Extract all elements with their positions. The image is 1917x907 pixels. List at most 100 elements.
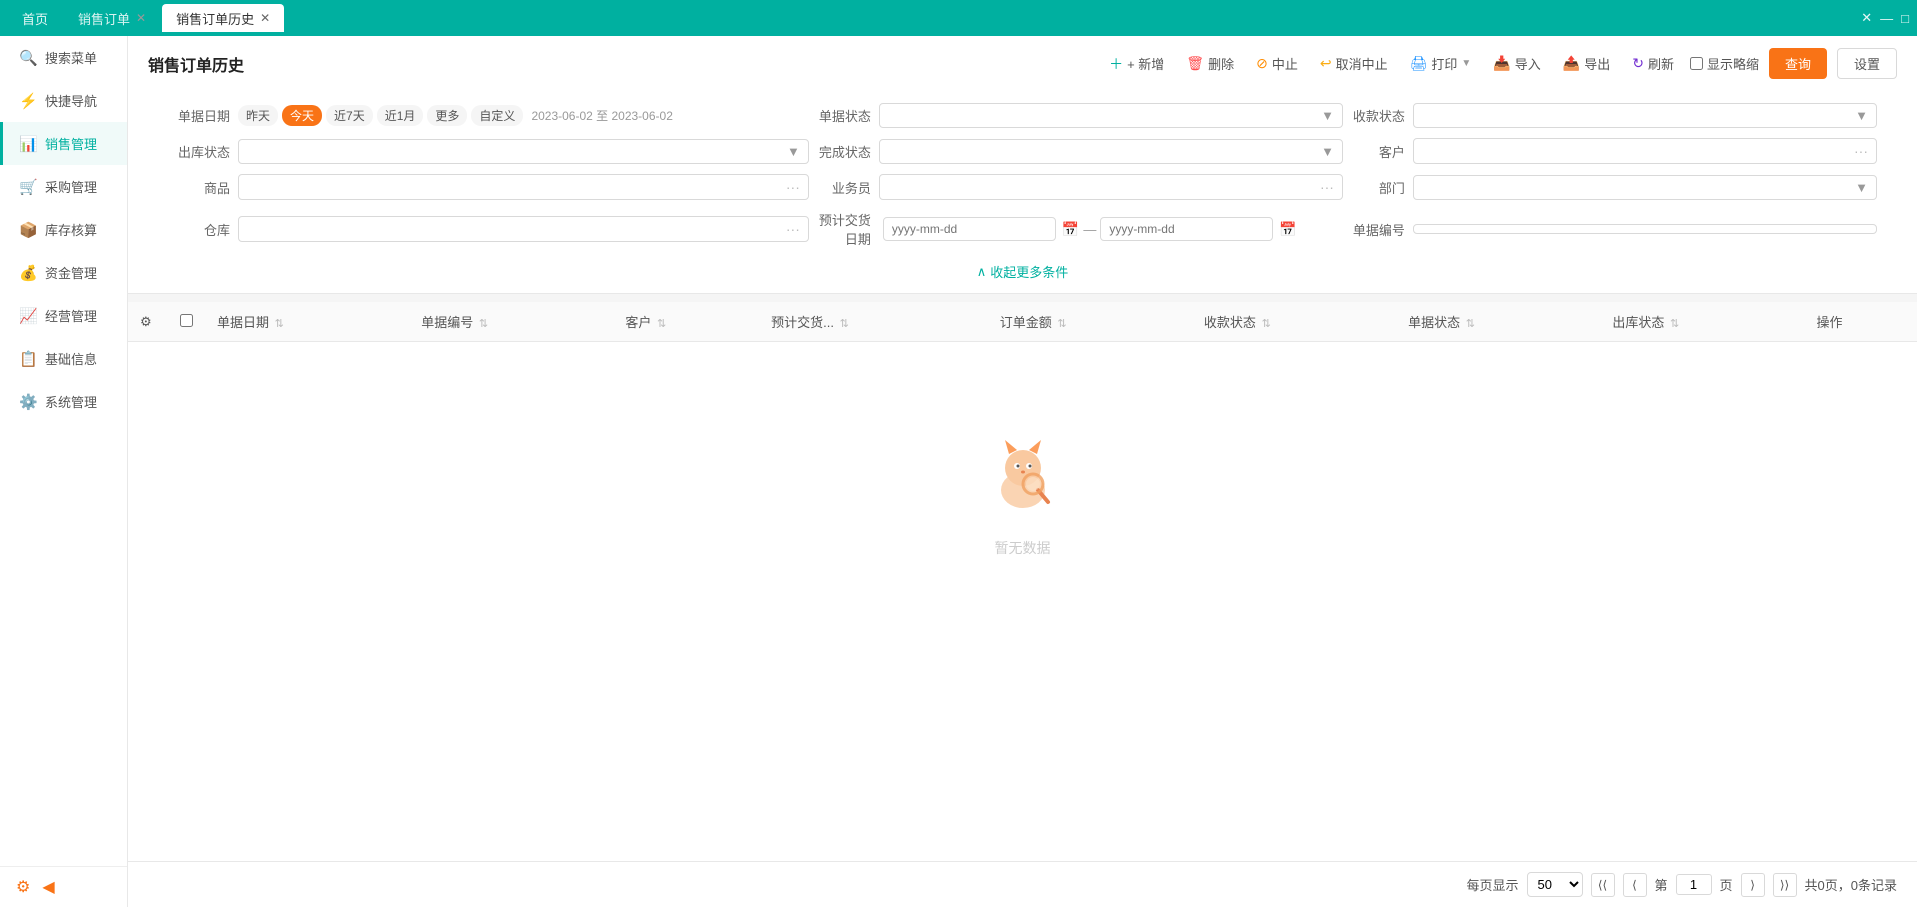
pag-last-btn[interactable]: ⟩⟩ (1773, 873, 1797, 897)
sidebar-item-basic-info[interactable]: 📋 基础信息 (0, 337, 127, 380)
th-customer[interactable]: 客户 ⇅ (613, 302, 759, 342)
th-settings[interactable]: ⚙ (128, 302, 168, 342)
complete-label: 完成状态 (809, 142, 879, 161)
pag-next-btn[interactable]: ⟩ (1741, 873, 1765, 897)
sidebar-item-quick-nav[interactable]: ⚡ 快捷导航 (0, 79, 127, 122)
collapse-row[interactable]: ∧ 收起更多条件 (168, 258, 1877, 289)
page-header: 销售订单历史 ＋ + 新增 🗑 删除 ⊘ 中止 ↩ (128, 36, 1917, 294)
salesperson-dots[interactable]: ··· (1320, 179, 1334, 195)
pag-prev-btn[interactable]: ⟨ (1623, 873, 1647, 897)
delivery-date-end-calendar-icon[interactable]: 📅 (1279, 221, 1296, 238)
status-select[interactable]: ▼ (879, 103, 1343, 128)
refresh-button[interactable]: ↻ 刷新 (1626, 50, 1680, 77)
stop-label: 中止 (1272, 54, 1298, 73)
tab-sales-order-history-close[interactable]: ✕ (260, 11, 270, 25)
print-button[interactable]: 🖨 打印 ▼ (1404, 50, 1478, 77)
th-checkbox[interactable] (168, 302, 205, 342)
pag-page-label: 第 (1655, 875, 1668, 894)
warehouse-input[interactable]: ··· (238, 216, 809, 242)
goods-input[interactable]: ··· (238, 174, 809, 200)
sidebar-item-sys-mgmt[interactable]: ⚙️ 系统管理 (0, 380, 127, 423)
date-label: 单据日期 (168, 106, 238, 125)
th-delivery-sort-icon: ⇅ (840, 318, 849, 330)
sidebar-item-sales-mgmt[interactable]: 📊 销售管理 (0, 122, 127, 165)
th-amount[interactable]: 订单金额 ⇅ (988, 302, 1192, 342)
export-button[interactable]: 📤 导出 (1557, 50, 1616, 77)
th-date[interactable]: 单据日期 ⇅ (205, 302, 409, 342)
delivery-date-start-input[interactable] (883, 217, 1056, 241)
topbar-close-icon[interactable]: ✕ (1861, 10, 1872, 26)
sidebar-item-operations[interactable]: 📈 经营管理 (0, 294, 127, 337)
collapse-arrow-icon: ∧ (977, 264, 987, 280)
tab-sales-order-close[interactable]: ✕ (136, 11, 146, 25)
th-number[interactable]: 单据编号 ⇅ (409, 302, 613, 342)
setting-button[interactable]: 设置 (1837, 48, 1897, 79)
tab-sales-order-history-label: 销售订单历史 (176, 9, 254, 28)
query-button[interactable]: 查询 (1769, 48, 1827, 79)
sidebar-item-inventory[interactable]: 📦 库存核算 (0, 208, 127, 251)
sidebar-item-basic-info-label: 基础信息 (45, 349, 97, 368)
display-cols-checkbox[interactable]: 显示略缩 (1690, 54, 1759, 73)
page-title-row: 销售订单历史 ＋ + 新增 🗑 删除 ⊘ 中止 ↩ (148, 48, 1897, 79)
tab-sales-order-history[interactable]: 销售订单历史 ✕ (162, 4, 284, 32)
date-tag-custom[interactable]: 自定义 (471, 105, 523, 126)
department-arrow: ▼ (1855, 180, 1868, 195)
customer-dots[interactable]: ··· (1854, 143, 1868, 159)
filter-status-col: 单据状态 ▼ (809, 103, 1343, 128)
out-status-select[interactable]: ▼ (238, 139, 809, 164)
filter-date-value: 昨天 今天 近7天 近1月 更多 自定义 2023-06-02 至 2023-0… (238, 105, 809, 126)
th-doc-status[interactable]: 单据状态 ⇅ (1396, 302, 1600, 342)
purchase-mgmt-icon: 🛒 (19, 178, 37, 196)
customer-input[interactable]: ··· (1413, 138, 1877, 164)
sidebar-item-finance[interactable]: 💰 资金管理 (0, 251, 127, 294)
main-layout: 🔍 搜索菜单 ⚡ 快捷导航 📊 销售管理 🛒 采购管理 📦 库存核算 💰 资金管… (0, 36, 1917, 907)
cancel-icon: ↩ (1320, 55, 1332, 72)
sidebar-collapse-icon[interactable]: ◀ (42, 877, 54, 897)
empty-icon (973, 422, 1073, 522)
tab-sales-order[interactable]: 销售订单 ✕ (64, 4, 160, 32)
pagination: 每页显示 50 10 20 100 ⟨⟨ ⟨ 第 页 ⟩ ⟩⟩ 共0页，0条记录 (128, 861, 1917, 907)
department-label: 部门 (1343, 178, 1413, 197)
tab-home[interactable]: 首页 (8, 4, 62, 32)
sidebar-item-search-menu[interactable]: 🔍 搜索菜单 (0, 36, 127, 79)
topbar-minimize-icon[interactable]: — (1880, 11, 1893, 26)
pag-page-input[interactable] (1676, 874, 1712, 895)
delivery-date-start-calendar-icon[interactable]: 📅 (1062, 221, 1079, 238)
date-tag-yesterday[interactable]: 昨天 (238, 105, 278, 126)
sidebar-item-purchase-mgmt[interactable]: 🛒 采购管理 (0, 165, 127, 208)
date-tag-7days[interactable]: 近7天 (326, 105, 373, 126)
top-bar: 首页 销售订单 ✕ 销售订单历史 ✕ ✕ — □ (0, 0, 1917, 36)
cancel-label: 取消中止 (1336, 54, 1388, 73)
salesperson-input[interactable]: ··· (879, 174, 1343, 200)
th-delivery[interactable]: 预计交货... ⇅ (759, 302, 988, 342)
print-dropdown-icon[interactable]: ▼ (1461, 58, 1471, 69)
department-select[interactable]: ▼ (1413, 175, 1877, 200)
stop-button[interactable]: ⊘ 中止 (1250, 50, 1304, 77)
empty-text: 暂无数据 (995, 538, 1051, 558)
import-button[interactable]: 📥 导入 (1487, 50, 1546, 77)
select-all-checkbox[interactable] (180, 314, 193, 327)
sidebar-settings-icon[interactable]: ⚙ (16, 877, 30, 897)
status-label: 单据状态 (809, 106, 879, 125)
th-payment-status[interactable]: 收款状态 ⇅ (1192, 302, 1396, 342)
warehouse-dots[interactable]: ··· (786, 221, 800, 237)
topbar-expand-icon[interactable]: □ (1901, 11, 1909, 26)
delivery-date-end-input[interactable] (1100, 217, 1273, 241)
date-tag-more[interactable]: 更多 (427, 105, 467, 126)
pag-first-btn[interactable]: ⟨⟨ (1591, 873, 1615, 897)
th-out-status[interactable]: 出库状态 ⇅ (1600, 302, 1804, 342)
th-delivery-label: 预计交货... (771, 315, 834, 330)
page-size-select[interactable]: 50 10 20 100 (1527, 872, 1583, 897)
goods-dots[interactable]: ··· (786, 179, 800, 195)
date-tag-1month[interactable]: 近1月 (377, 105, 424, 126)
display-cols-input[interactable] (1690, 57, 1703, 70)
complete-select[interactable]: ▼ (879, 139, 1343, 164)
filter-out-status-col: 出库状态 ▼ (168, 139, 809, 164)
delete-button[interactable]: 🗑 删除 (1180, 50, 1240, 77)
cancel-button[interactable]: ↩ 取消中止 (1314, 50, 1394, 77)
date-tag-today[interactable]: 今天 (282, 105, 322, 126)
new-button[interactable]: ＋ + 新增 (1103, 50, 1170, 78)
payment-select[interactable]: ▼ (1413, 103, 1877, 128)
doc-number-input[interactable] (1413, 224, 1877, 234)
search-menu-icon: 🔍 (19, 49, 37, 67)
